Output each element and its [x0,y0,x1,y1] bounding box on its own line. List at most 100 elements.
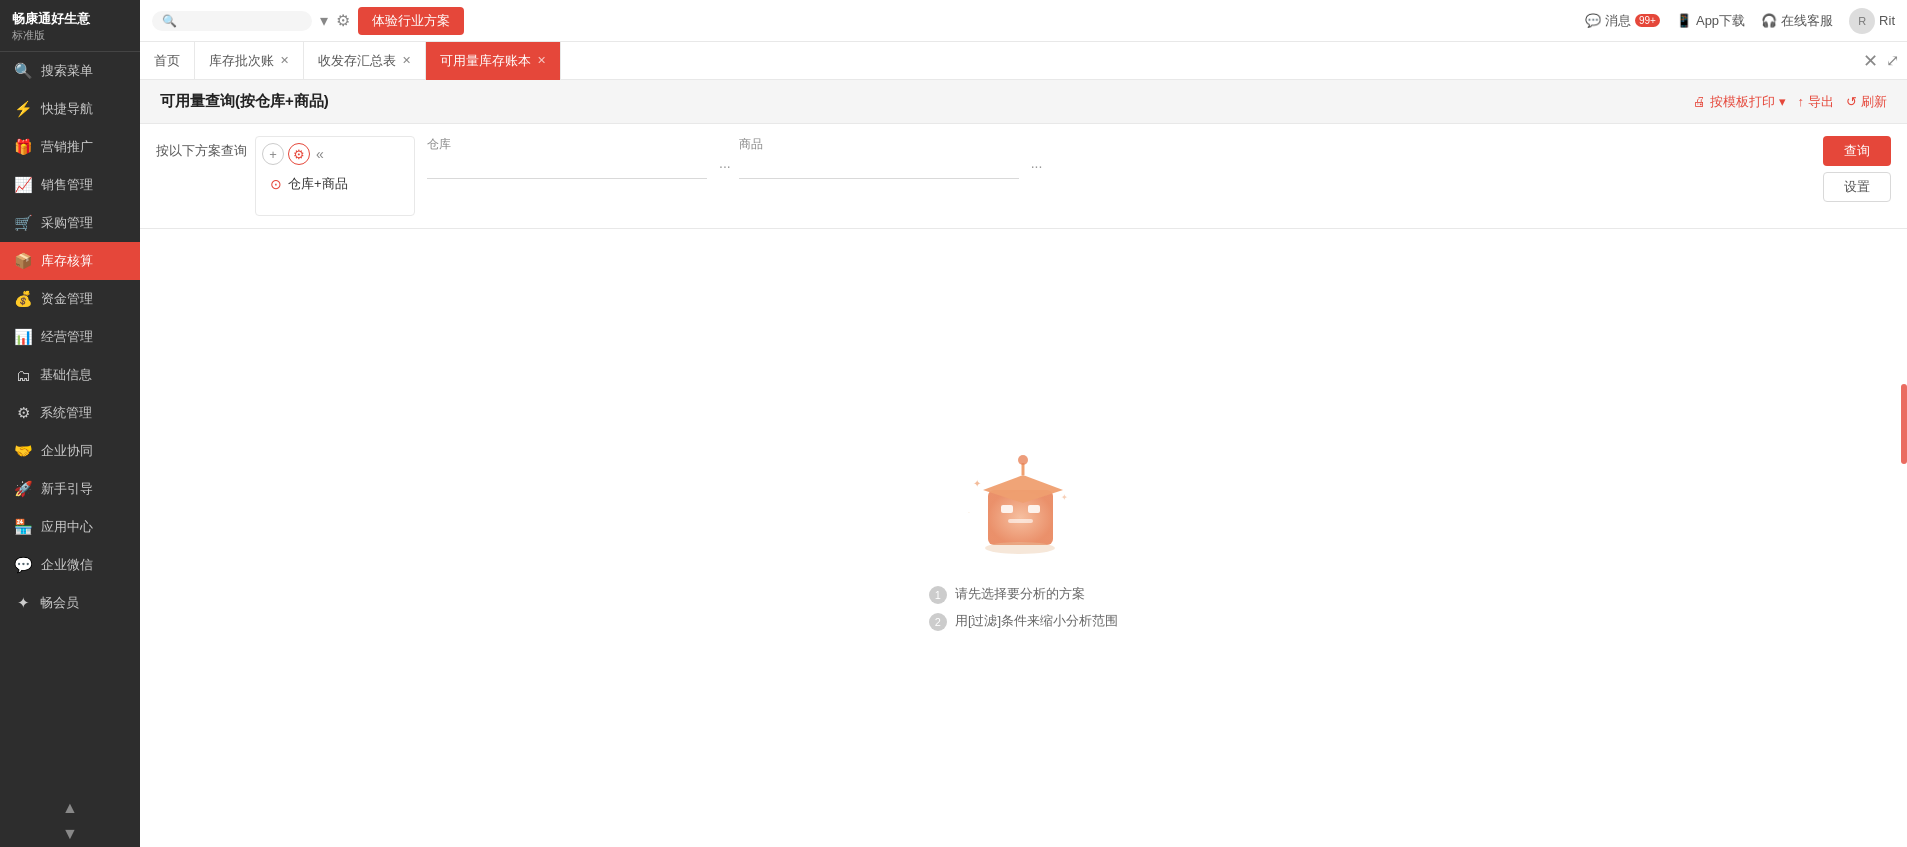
warehouse-more[interactable]: ··· [719,158,731,174]
filter-scheme-actions: + ⚙ « [262,143,408,165]
tab-batch-close[interactable]: ✕ [280,54,289,67]
empty-state: ✦ ✦ · 1 请先选择要分析的方案 2 用[过滤]条件来缩小分析范围 [929,445,1118,631]
page-title: 可用量查询(按仓库+商品) [160,92,329,111]
tip-num-1: 1 [929,586,947,604]
tab-receive-summary[interactable]: 收发存汇总表 ✕ [304,42,426,80]
sidebar-item-finance[interactable]: 💰 资金管理 [0,280,140,318]
refresh-icon: ↺ [1846,94,1857,109]
tab-receive-close[interactable]: ✕ [402,54,411,67]
tab-batch-account[interactable]: 库存批次账 ✕ [195,42,304,80]
warehouse-input[interactable] [427,155,707,179]
sidebar-item-member[interactable]: ✦ 畅会员 [0,584,140,622]
query-btn[interactable]: 查询 [1823,136,1891,166]
refresh-btn[interactable]: ↺ 刷新 [1846,93,1887,111]
topbar-gear-icon[interactable]: ⚙ [336,11,350,30]
store-icon: 🏪 [14,518,33,536]
app-download-label: App下载 [1696,12,1745,30]
sidebar-item-wechat[interactable]: 💬 企业微信 [0,546,140,584]
right-scrollbar[interactable] [1901,384,1907,464]
product-input[interactable] [739,155,1019,179]
tab-receive-label: 收发存汇总表 [318,52,396,70]
empty-tips: 1 请先选择要分析的方案 2 用[过滤]条件来缩小分析范围 [929,585,1118,631]
sidebar-item-purchase[interactable]: 🛒 采购管理 [0,204,140,242]
content-area: ✦ ✦ · 1 请先选择要分析的方案 2 用[过滤]条件来缩小分析范围 [140,229,1907,847]
sidebar-item-appstore[interactable]: 🏪 应用中心 [0,508,140,546]
svg-point-7 [985,542,1055,554]
service-icon: 🎧 [1761,13,1777,28]
sidebar-item-operation[interactable]: 📊 经营管理 [0,318,140,356]
sidebar-item-search[interactable]: 🔍 搜索菜单 [0,52,140,90]
add-scheme-btn[interactable]: + [262,143,284,165]
sidebar-item-inventory[interactable]: 📦 库存核算 [0,242,140,280]
sidebar-item-label: 采购管理 [41,214,93,232]
page-header: 可用量查询(按仓库+商品) 🖨 按模板打印 ▾ ↑ 导出 ↺ 刷新 [140,80,1907,124]
tab-home-label: 首页 [154,52,180,70]
settings-btn[interactable]: 设置 [1823,172,1891,202]
folder-icon: 🗂 [14,367,32,384]
tip-num-2: 2 [929,613,947,631]
topbar-search-box[interactable]: 🔍 [152,11,312,31]
scheme-item-icon: ⊙ [270,176,282,192]
product-label: 商品 [739,136,1019,153]
print-icon: 🖨 [1693,94,1706,109]
search-icon: 🔍 [14,62,33,80]
product-more[interactable]: ··· [1031,158,1043,174]
user-area[interactable]: R Rit [1849,8,1895,34]
tabs-expand-icon[interactable]: ⤢ [1886,51,1899,70]
sidebar-scroll-up[interactable]: ▲ [0,795,140,821]
print-chevron-icon[interactable]: ▾ [1779,94,1786,109]
query-actions: 查询 设置 [1811,136,1891,202]
sidebar-item-label: 销售管理 [41,176,93,194]
search-icon: 🔍 [162,14,177,28]
svg-rect-3 [1028,505,1040,513]
gear-icon: ⚙ [14,404,32,422]
topbar: 🔍 ▾ ⚙ 体验行业方案 💬 消息 99+ 📱 App下载 🎧 在线客服 R R… [140,0,1907,42]
sidebar-scroll-down[interactable]: ▼ [0,821,140,847]
refresh-label: 刷新 [1861,93,1887,111]
tip-row-1: 1 请先选择要分析的方案 [929,585,1118,604]
warehouse-field: 仓库 [427,136,707,179]
filter-scheme-panel: + ⚙ « ⊙ 仓库+商品 [255,136,415,216]
sidebar-item-system[interactable]: ⚙ 系统管理 [0,394,140,432]
trial-btn[interactable]: 体验行业方案 [358,7,464,35]
print-btn[interactable]: 🖨 按模板打印 ▾ [1693,93,1786,111]
product-field: 商品 [739,136,1019,179]
tip-text-1: 请先选择要分析的方案 [955,585,1085,603]
message-icon: 💬 [1585,13,1601,28]
settings-scheme-btn[interactable]: ⚙ [288,143,310,165]
tab-home[interactable]: 首页 [140,42,195,80]
app-edition: 标准版 [12,28,128,43]
tab-available-close[interactable]: ✕ [537,54,546,67]
sidebar-item-guide[interactable]: 🚀 新手引导 [0,470,140,508]
sidebar-item-label: 营销推广 [41,138,93,156]
app-download-btn[interactable]: 📱 App下载 [1676,12,1745,30]
scheme-item-warehouse-product[interactable]: ⊙ 仓库+商品 [262,171,408,197]
app-name: 畅康通好生意 [12,10,128,28]
topbar-dropdown-icon[interactable]: ▾ [320,11,328,30]
export-icon: ↑ [1798,94,1805,109]
online-service-label: 在线客服 [1781,12,1833,30]
collapse-icon[interactable]: « [314,144,326,164]
svg-text:✦: ✦ [973,478,981,489]
sidebar-item-shortcut[interactable]: ⚡ 快捷导航 [0,90,140,128]
sidebar-item-label: 新手引导 [41,480,93,498]
money-icon: 💰 [14,290,33,308]
avatar: R [1849,8,1875,34]
message-btn[interactable]: 💬 消息 99+ [1585,12,1660,30]
handshake-icon: 🤝 [14,442,33,460]
sidebar-item-basic[interactable]: 🗂 基础信息 [0,356,140,394]
sidebar-item-sales[interactable]: 📈 销售管理 [0,166,140,204]
main-area: 🔍 ▾ ⚙ 体验行业方案 💬 消息 99+ 📱 App下载 🎧 在线客服 R R… [140,0,1907,847]
tabs-close-icon[interactable]: ✕ [1863,50,1878,72]
sidebar-item-cooperation[interactable]: 🤝 企业协同 [0,432,140,470]
star-icon: ✦ [14,594,32,612]
sidebar-item-label: 基础信息 [40,366,92,384]
tab-available-account[interactable]: 可用量库存账本 ✕ [426,42,561,80]
sidebar-item-label: 应用中心 [41,518,93,536]
sidebar-item-marketing[interactable]: 🎁 营销推广 [0,128,140,166]
online-service-btn[interactable]: 🎧 在线客服 [1761,12,1833,30]
page-header-actions: 🖨 按模板打印 ▾ ↑ 导出 ↺ 刷新 [1693,93,1888,111]
export-label: 导出 [1808,93,1834,111]
export-btn[interactable]: ↑ 导出 [1798,93,1835,111]
bar-chart-icon: 📊 [14,328,33,346]
